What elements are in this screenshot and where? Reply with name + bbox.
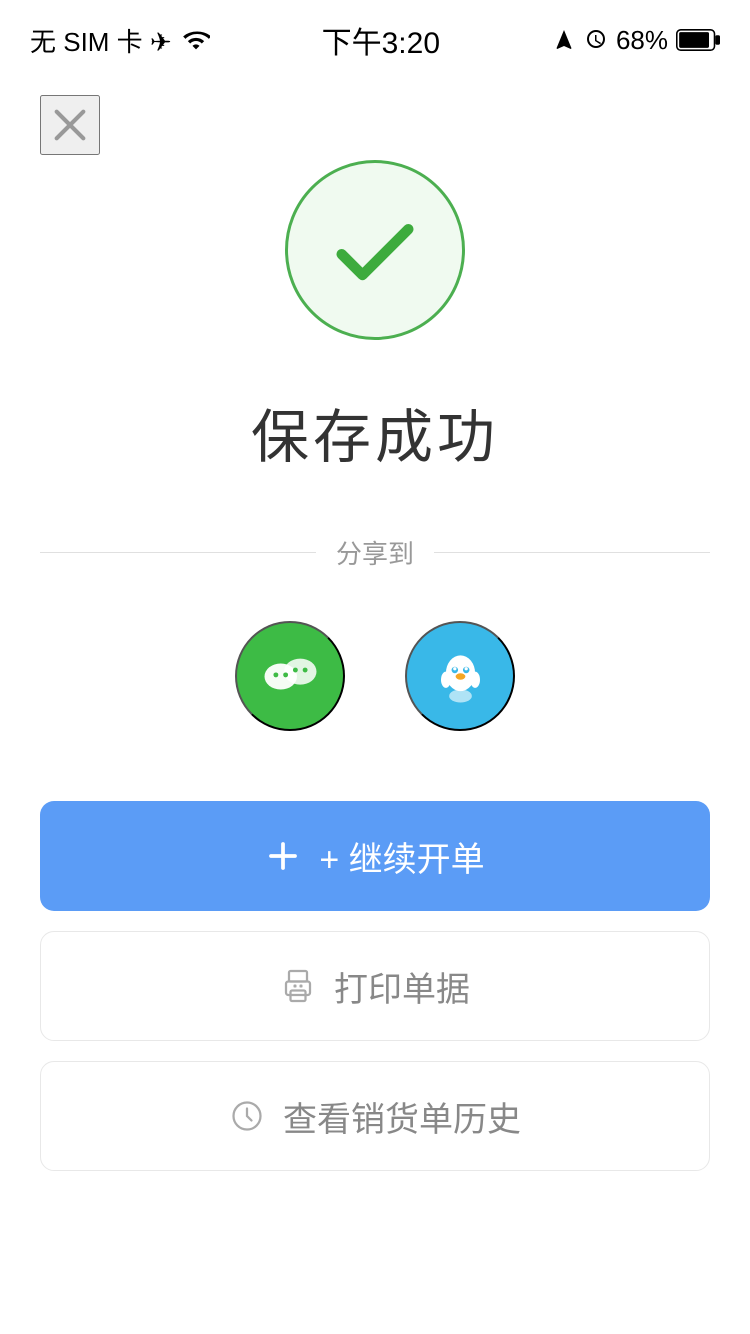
print-button[interactable]: 打印单据	[40, 931, 710, 1041]
share-icons	[40, 621, 710, 731]
action-buttons: + 继续开单 打印单据 查看销货单历史	[0, 771, 750, 1171]
status-right: 68%	[552, 25, 720, 56]
location-icon	[552, 28, 576, 52]
checkmark-icon	[325, 200, 425, 300]
history-button[interactable]: 查看销货单历史	[40, 1061, 710, 1171]
continue-label: + 继续开单	[319, 832, 484, 881]
status-time: 下午3:20	[322, 18, 440, 62]
sim-status: 无 SIM 卡 ✈	[30, 22, 172, 59]
success-title: 保存成功	[251, 390, 499, 474]
share-section: 分享到	[0, 534, 750, 731]
qq-icon	[428, 644, 493, 709]
qq-share-button[interactable]	[405, 621, 515, 731]
history-icon	[229, 1098, 265, 1134]
close-button[interactable]	[40, 95, 100, 155]
wechat-share-button[interactable]	[235, 621, 345, 731]
share-label: 分享到	[336, 534, 414, 571]
history-label: 查看销货单历史	[283, 1092, 521, 1141]
success-icon-circle	[285, 160, 465, 340]
battery-icon	[676, 28, 720, 52]
main-content: 保存成功 分享到	[0, 80, 750, 1171]
wifi-icon	[182, 26, 210, 54]
battery-percent: 68%	[616, 25, 668, 56]
continue-button[interactable]: + 继续开单	[40, 801, 710, 911]
print-icon	[280, 968, 316, 1004]
status-bar: 无 SIM 卡 ✈ 下午3:20 68%	[0, 0, 750, 80]
wechat-icon	[258, 644, 323, 709]
print-label: 打印单据	[334, 962, 470, 1011]
status-left: 无 SIM 卡 ✈	[30, 22, 210, 59]
plus-icon	[265, 838, 301, 874]
share-divider: 分享到	[40, 534, 710, 571]
alarm-icon	[584, 28, 608, 52]
